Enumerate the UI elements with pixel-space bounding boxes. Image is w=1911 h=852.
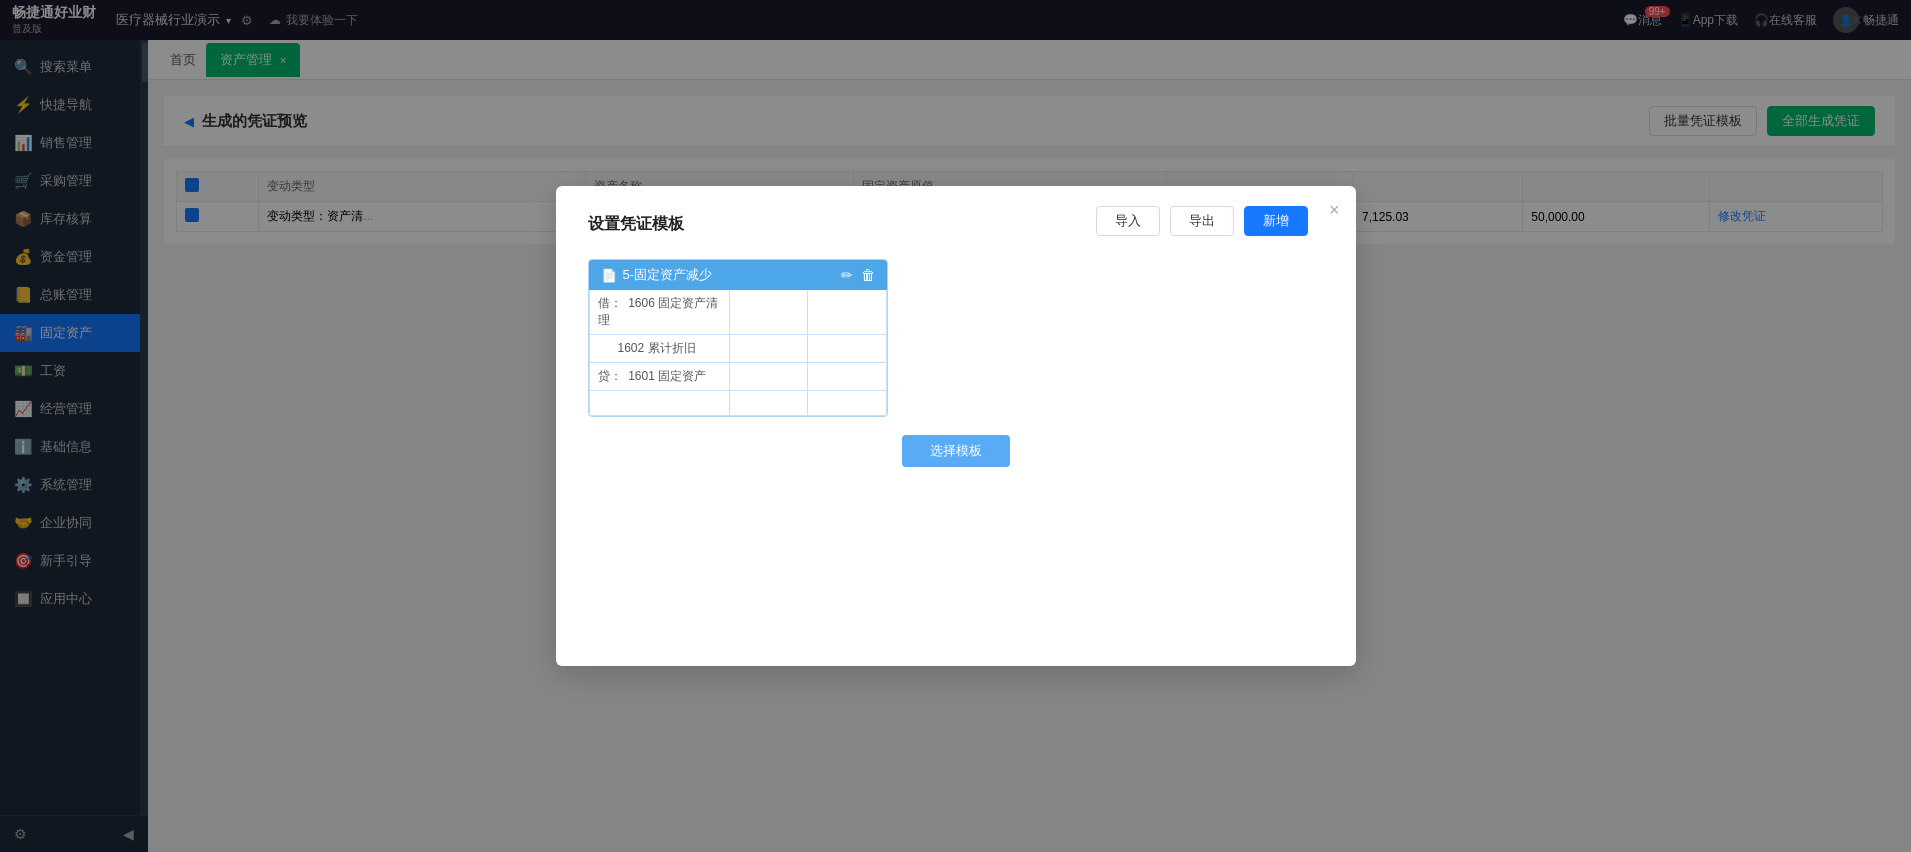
- new-template-button[interactable]: 新增: [1244, 206, 1308, 236]
- template-entry-1: 1602 累计折旧: [589, 335, 886, 363]
- modal-close-button[interactable]: ×: [1329, 200, 1340, 221]
- template-entries-table: 借： 1606 固定资产清理 1602 累计折旧 贷： 1601 固定资产: [589, 290, 887, 416]
- entry-credit-0: [808, 290, 887, 335]
- entry-type-1: 1602 累计折旧: [589, 335, 729, 363]
- template-name: 📄 5-固定资产减少: [601, 266, 713, 284]
- select-template-button[interactable]: 选择模板: [902, 435, 1010, 467]
- modal-dialog: × 设置凭证模板 导入 导出 新增 📄 5-固定资产减少 ✏ 🗑: [556, 186, 1356, 666]
- template-name-text: 5-固定资产减少: [623, 266, 713, 284]
- modal-toolbar: 导入 导出 新增: [1096, 206, 1308, 236]
- modal-overlay: × 设置凭证模板 导入 导出 新增 📄 5-固定资产减少 ✏ 🗑: [0, 0, 1911, 852]
- entry-debit-2: [729, 363, 808, 391]
- template-entry-empty: [589, 391, 886, 416]
- template-card: 📄 5-固定资产减少 ✏ 🗑 借： 1606 固定资产清理: [588, 259, 888, 417]
- template-entry-2: 贷： 1601 固定资产: [589, 363, 886, 391]
- entry-debit-1: [729, 335, 808, 363]
- template-actions: ✏ 🗑: [841, 267, 875, 283]
- document-icon: 📄: [601, 268, 617, 283]
- entry-type-2: 贷： 1601 固定资产: [589, 363, 729, 391]
- template-card-header: 📄 5-固定资产减少 ✏ 🗑: [589, 260, 887, 290]
- entry-type-0: 借： 1606 固定资产清理: [589, 290, 729, 335]
- edit-template-icon[interactable]: ✏: [841, 267, 853, 283]
- entry-credit-1: [808, 335, 887, 363]
- entry-credit-2: [808, 363, 887, 391]
- template-entry-0: 借： 1606 固定资产清理: [589, 290, 886, 335]
- delete-template-icon[interactable]: 🗑: [861, 267, 875, 283]
- import-button[interactable]: 导入: [1096, 206, 1160, 236]
- entry-debit-0: [729, 290, 808, 335]
- export-button[interactable]: 导出: [1170, 206, 1234, 236]
